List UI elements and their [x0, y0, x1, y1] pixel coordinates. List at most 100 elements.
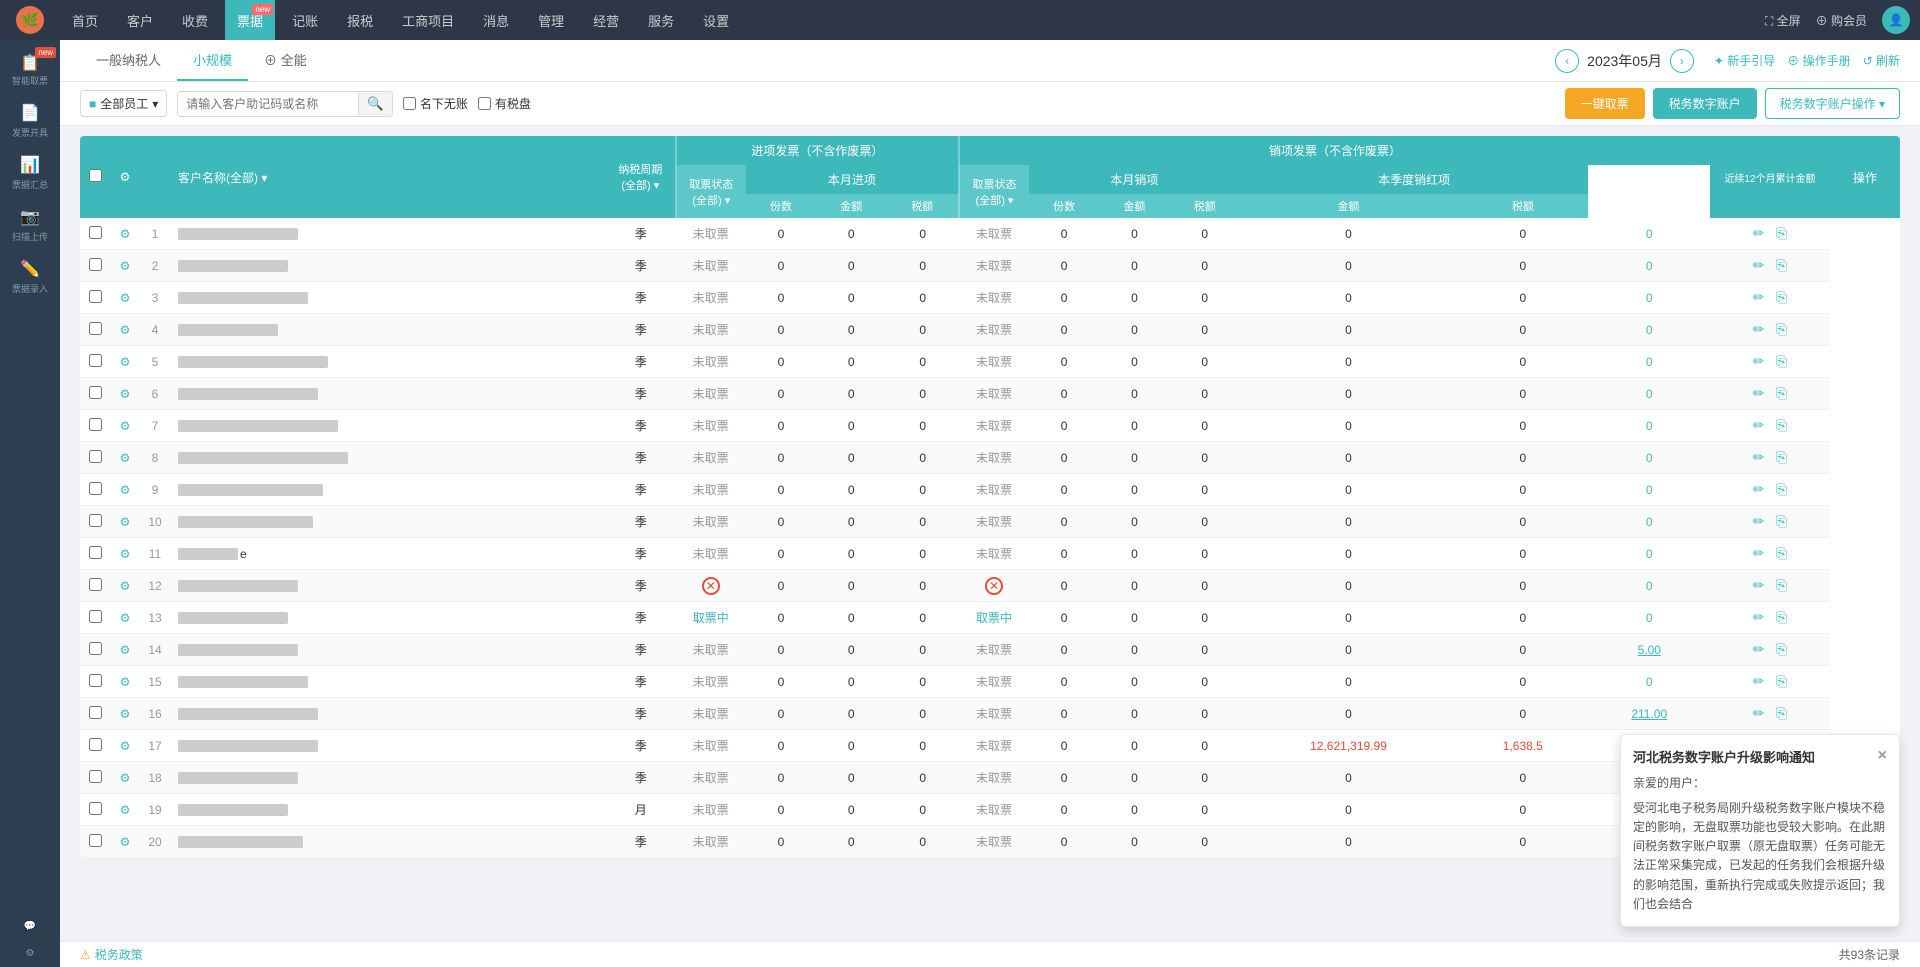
edit-btn[interactable]: ✏ — [1749, 575, 1769, 596]
row-checkbox[interactable] — [89, 546, 102, 559]
edit-btn[interactable]: ✏ — [1749, 639, 1769, 660]
row-checkbox[interactable] — [89, 418, 102, 431]
copy-btn[interactable]: ⎘ — [1772, 319, 1791, 340]
row-settings-icon[interactable]: ⚙ — [120, 355, 131, 369]
row-settings-icon[interactable]: ⚙ — [120, 419, 131, 433]
edit-btn[interactable]: ✏ — [1749, 511, 1769, 532]
row-settings-icon[interactable]: ⚙ — [120, 835, 131, 849]
edit-btn[interactable]: ✏ — [1749, 671, 1769, 692]
row-settings-icon[interactable]: ⚙ — [120, 547, 131, 561]
tab-all[interactable]: ⊕ 全能 — [248, 40, 323, 81]
row-checkbox[interactable] — [89, 514, 102, 527]
row-settings-icon[interactable]: ⚙ — [120, 611, 131, 625]
row-checkbox[interactable] — [89, 258, 102, 271]
row-checkbox[interactable] — [89, 354, 102, 367]
nav-settings[interactable]: 设置 — [691, 0, 741, 40]
row-checkbox[interactable] — [89, 482, 102, 495]
copy-btn[interactable]: ⎘ — [1772, 575, 1791, 596]
edit-btn[interactable]: ✏ — [1749, 287, 1769, 308]
tax-digital-op-btn[interactable]: 税务数字账户操作 ▾ — [1765, 88, 1900, 119]
copy-btn[interactable]: ⎘ — [1772, 703, 1791, 724]
row-settings-icon[interactable]: ⚙ — [120, 803, 131, 817]
row-checkbox[interactable] — [89, 706, 102, 719]
sidebar-item-bottom2[interactable]: ⚙ — [0, 940, 60, 967]
employee-filter[interactable]: ■ 全部员工 ▾ — [80, 90, 167, 117]
copy-btn[interactable]: ⎘ — [1772, 511, 1791, 532]
copy-btn[interactable]: ⎘ — [1772, 479, 1791, 500]
row-settings-icon[interactable]: ⚙ — [120, 739, 131, 753]
copy-btn[interactable]: ⎘ — [1772, 255, 1791, 276]
tab-small-scale[interactable]: 小规模 — [177, 40, 248, 81]
edit-btn[interactable]: ✏ — [1749, 255, 1769, 276]
tax-digital-account-btn[interactable]: 税务数字账户 — [1653, 88, 1757, 119]
fullscreen-btn[interactable]: ⛶ 全屏 — [1765, 12, 1801, 29]
row-checkbox[interactable] — [89, 386, 102, 399]
row-checkbox[interactable] — [89, 738, 102, 751]
search-button[interactable]: 🔍 — [358, 92, 392, 116]
copy-btn[interactable]: ⎘ — [1772, 543, 1791, 564]
row-settings-icon[interactable]: ⚙ — [120, 515, 131, 529]
no-account-filter[interactable]: 名下无账 — [403, 95, 468, 112]
th-in-status[interactable]: 取票状态(全部) ▾ — [676, 165, 746, 218]
period-next-btn[interactable]: › — [1670, 49, 1694, 73]
copy-btn[interactable]: ⎘ — [1772, 639, 1791, 660]
row-checkbox[interactable] — [89, 610, 102, 623]
copy-btn[interactable]: ⎘ — [1772, 287, 1791, 308]
nav-fees[interactable]: 收费 — [170, 0, 220, 40]
copy-btn[interactable]: ⎘ — [1772, 415, 1791, 436]
copy-btn[interactable]: ⎘ — [1772, 671, 1791, 692]
row-settings-icon[interactable]: ⚙ — [120, 259, 131, 273]
row-checkbox[interactable] — [89, 322, 102, 335]
nav-accounting[interactable]: 记账 — [280, 0, 330, 40]
row-settings-icon[interactable]: ⚙ — [120, 483, 131, 497]
one-click-get-btn[interactable]: 一键取票 — [1565, 88, 1645, 119]
row-checkbox[interactable] — [89, 674, 102, 687]
edit-btn[interactable]: ✏ — [1749, 351, 1769, 372]
row-settings-icon[interactable]: ⚙ — [120, 387, 131, 401]
edit-btn[interactable]: ✏ — [1749, 543, 1769, 564]
member-btn[interactable]: ⊕ 购会员 — [1816, 12, 1867, 29]
row-checkbox[interactable] — [89, 226, 102, 239]
nav-service[interactable]: 服务 — [636, 0, 686, 40]
has-tax-disk-checkbox[interactable] — [478, 97, 491, 110]
row-checkbox[interactable] — [89, 578, 102, 591]
tab-general-taxpayer[interactable]: 一般纳税人 — [80, 40, 177, 81]
nav-messages[interactable]: 消息 — [471, 0, 521, 40]
copy-btn[interactable]: ⎘ — [1772, 383, 1791, 404]
row-checkbox[interactable] — [89, 450, 102, 463]
row-checkbox[interactable] — [89, 834, 102, 847]
row-settings-icon[interactable]: ⚙ — [120, 323, 131, 337]
edit-btn[interactable]: ✏ — [1749, 319, 1769, 340]
new-guide-btn[interactable]: ✦ 新手引导 — [1714, 52, 1775, 69]
edit-btn[interactable]: ✏ — [1749, 479, 1769, 500]
period-prev-btn[interactable]: ‹ — [1555, 49, 1579, 73]
sidebar-item-issue[interactable]: 📄 发票开具 — [0, 95, 60, 147]
th-out-status[interactable]: 取票状态(全部) ▾ — [959, 165, 1029, 218]
no-account-checkbox[interactable] — [403, 97, 416, 110]
row-settings-icon[interactable]: ⚙ — [120, 771, 131, 785]
row-checkbox[interactable] — [89, 642, 102, 655]
th-tax-period[interactable]: 纳税周期(全部) ▾ — [606, 136, 676, 218]
row-settings-icon[interactable]: ⚙ — [120, 643, 131, 657]
nav-admin[interactable]: 管理 — [526, 0, 576, 40]
row-settings-icon[interactable]: ⚙ — [120, 451, 131, 465]
row-settings-icon[interactable]: ⚙ — [120, 227, 131, 241]
has-tax-disk-filter[interactable]: 有税盘 — [478, 95, 531, 112]
copy-btn[interactable]: ⎘ — [1772, 223, 1791, 244]
nav-operation[interactable]: 经营 — [581, 0, 631, 40]
row-checkbox[interactable] — [89, 290, 102, 303]
edit-btn[interactable]: ✏ — [1749, 415, 1769, 436]
nav-commerce[interactable]: 工商项目 — [390, 0, 466, 40]
app-logo[interactable]: 🌿 — [10, 0, 50, 40]
row-settings-icon[interactable]: ⚙ — [120, 707, 131, 721]
row-settings-icon[interactable]: ⚙ — [120, 291, 131, 305]
select-all-checkbox[interactable] — [89, 169, 102, 182]
sidebar-item-bottom1[interactable]: 💬 — [0, 913, 60, 940]
notification-close-btn[interactable]: × — [1878, 747, 1887, 765]
copy-btn[interactable]: ⎘ — [1772, 351, 1791, 372]
edit-btn[interactable]: ✏ — [1749, 383, 1769, 404]
edit-btn[interactable]: ✏ — [1749, 607, 1769, 628]
search-input[interactable] — [178, 93, 358, 115]
row-checkbox[interactable] — [89, 770, 102, 783]
row-checkbox[interactable] — [89, 802, 102, 815]
